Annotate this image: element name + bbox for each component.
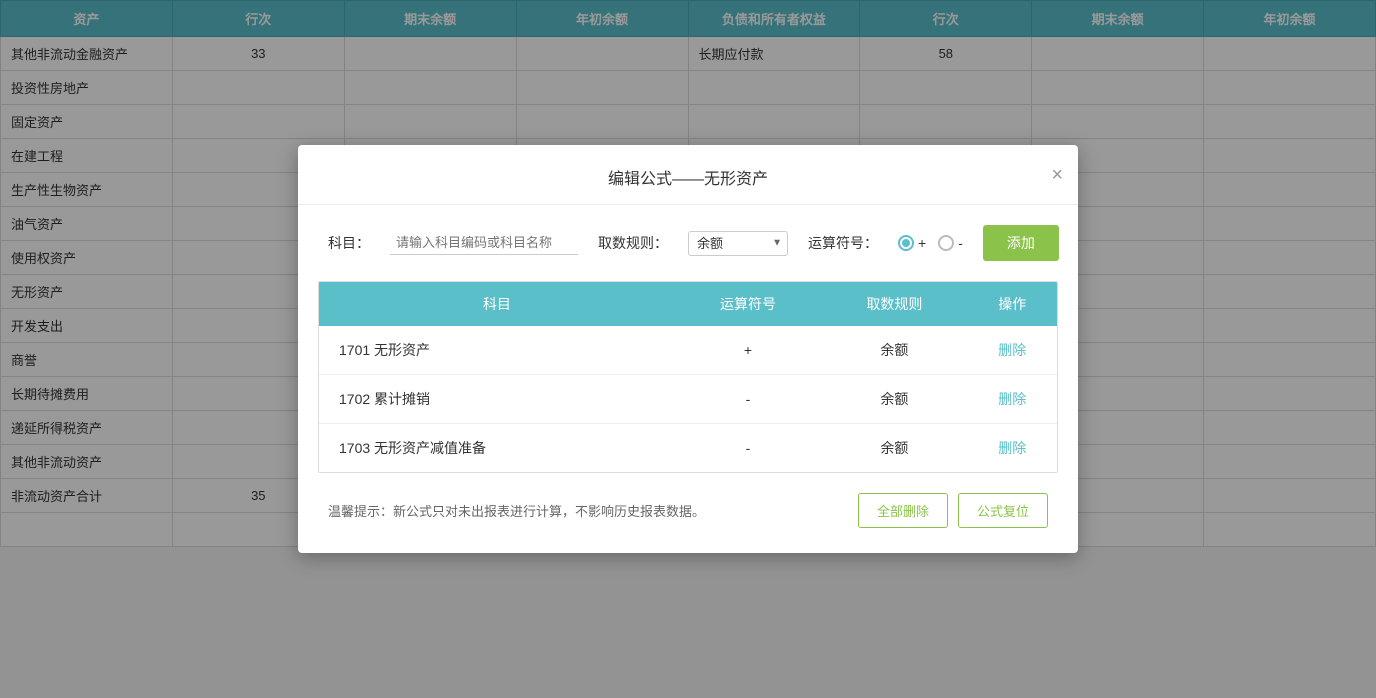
action-cell: 删除 (968, 375, 1057, 424)
table-row: 1703 无形资产减值准备-余额 删除 (319, 424, 1057, 473)
subject-cell: 1703 无形资产减值准备 (319, 424, 675, 473)
rule-cell: 余额 (821, 375, 967, 424)
action-cell: 删除 (968, 326, 1057, 375)
modal-close-button[interactable]: × (1051, 165, 1063, 185)
subject-cell: 1702 累计摊销 (319, 375, 675, 424)
column-header: 取数规则 (821, 282, 967, 326)
modal-header: 编辑公式——无形资产 × (298, 145, 1078, 205)
subject-input[interactable] (390, 231, 578, 255)
modal-title: 编辑公式——无形资产 (608, 171, 768, 188)
operator-cell: + (675, 326, 821, 375)
edit-formula-modal: 编辑公式——无形资产 × 科目： 取数规则： 余额 借方发生额 贷方发生额 运算… (298, 145, 1078, 553)
rule-cell: 余额 (821, 424, 967, 473)
operator-minus-label: - (958, 235, 963, 251)
operator-label: 运算符号： (808, 233, 878, 253)
subject-label: 科目： (328, 233, 370, 253)
operator-cell: - (675, 424, 821, 473)
table-row: 1701 无形资产+余额 删除 (319, 326, 1057, 375)
tip-text: 温馨提示：新公式只对未出报表进行计算，不影响历史报表数据。 (328, 501, 705, 520)
delete-row-button[interactable]: 删除 (998, 440, 1026, 456)
rule-label: 取数规则： (598, 233, 668, 253)
form-row: 科目： 取数规则： 余额 借方发生额 贷方发生额 运算符号： + - (298, 205, 1078, 281)
subject-cell: 1701 无形资产 (319, 326, 675, 375)
rule-select[interactable]: 余额 借方发生额 贷方发生额 (688, 231, 788, 256)
rule-select-wrap[interactable]: 余额 借方发生额 贷方发生额 (688, 231, 788, 256)
radio-minus-indicator (938, 235, 954, 251)
formula-table: 科目运算符号取数规则操作 1701 无形资产+余额删除1702 累计摊销-余额删… (318, 281, 1058, 473)
delete-row-button[interactable]: 删除 (998, 342, 1026, 358)
operator-radio-group: + - (898, 235, 963, 251)
add-button[interactable]: 添加 (983, 225, 1059, 261)
delete-all-button[interactable]: 全部删除 (858, 493, 948, 528)
column-header: 科目 (319, 282, 675, 326)
table-row: 1702 累计摊销-余额 删除 (319, 375, 1057, 424)
modal-footer: 温馨提示：新公式只对未出报表进行计算，不影响历史报表数据。 全部删除 公式复位 (298, 473, 1078, 533)
operator-plus-label: + (918, 235, 926, 251)
operator-plus-option[interactable]: + (898, 235, 926, 251)
rule-cell: 余额 (821, 326, 967, 375)
operator-minus-option[interactable]: - (938, 235, 963, 251)
radio-plus-indicator (898, 235, 914, 251)
action-cell: 删除 (968, 424, 1057, 473)
footer-buttons: 全部删除 公式复位 (858, 493, 1048, 528)
operator-cell: - (675, 375, 821, 424)
reset-formula-button[interactable]: 公式复位 (958, 493, 1048, 528)
column-header: 运算符号 (675, 282, 821, 326)
column-header: 操作 (968, 282, 1057, 326)
delete-row-button[interactable]: 删除 (998, 391, 1026, 407)
modal-overlay: 编辑公式——无形资产 × 科目： 取数规则： 余额 借方发生额 贷方发生额 运算… (0, 0, 1376, 698)
